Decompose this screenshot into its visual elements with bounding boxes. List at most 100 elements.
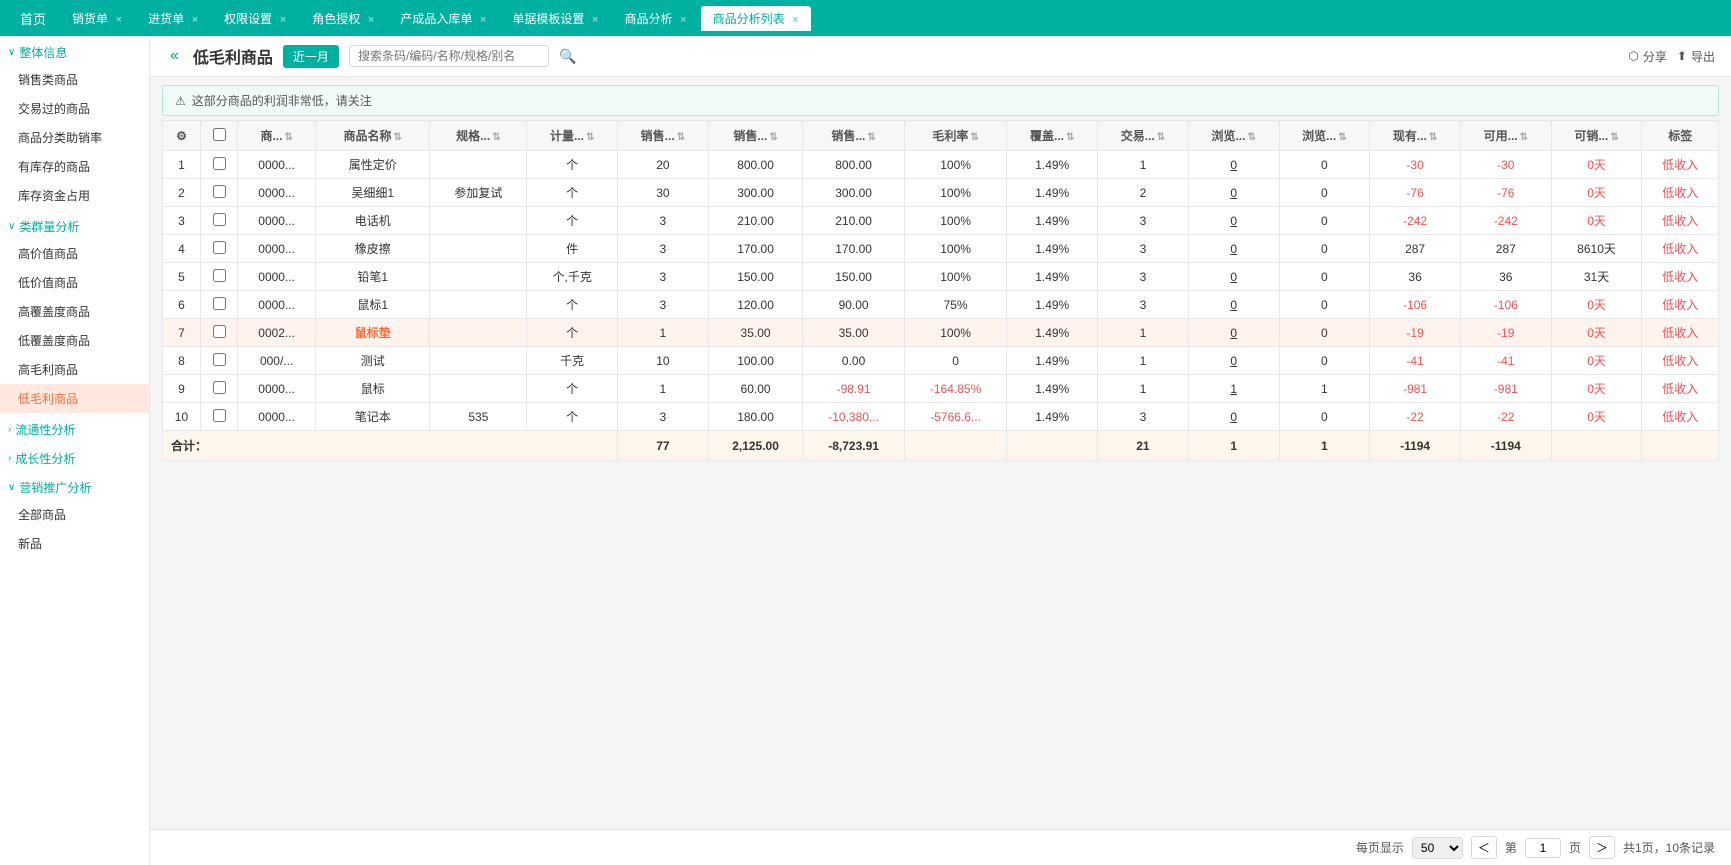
row-sales-count: 3: [618, 403, 709, 431]
sidebar-item-high-margin[interactable]: 高毛利商品: [0, 355, 149, 384]
col-stock-sellable[interactable]: 可销...⇅: [1551, 121, 1642, 151]
nav-permissions-close[interactable]: ×: [280, 14, 286, 26]
sidebar-group-growth[interactable]: › 成长性分析: [0, 442, 149, 471]
per-page-label: 每页显示: [1356, 839, 1404, 856]
nav-template[interactable]: 单据模板设置 ×: [500, 6, 610, 31]
main-content: « 低毛利商品 近一月 🔍 ⬡ 分享 ⬆ 导出 ⚠ 这部分商品的利润非常低，请关…: [150, 36, 1731, 865]
row-sales-profit: 150.00: [803, 263, 904, 291]
nav-home[interactable]: 首页: [8, 5, 58, 32]
row-checkbox[interactable]: [200, 375, 237, 403]
total-info: 共1页，10条记录: [1623, 839, 1715, 856]
row-checkbox[interactable]: [200, 207, 237, 235]
row-checkbox[interactable]: [200, 347, 237, 375]
nav-product-entry[interactable]: 产成品入库单 ×: [388, 6, 498, 31]
nav-permissions[interactable]: 权限设置 ×: [212, 6, 298, 31]
sidebar-item-high-value[interactable]: 高价值商品: [0, 239, 149, 268]
nav-purchase-close[interactable]: ×: [192, 14, 198, 26]
search-input[interactable]: [349, 45, 549, 67]
row-browse1: 0: [1188, 291, 1279, 319]
col-browse1[interactable]: 浏览...⇅: [1188, 121, 1279, 151]
col-coverage[interactable]: 覆盖...⇅: [1007, 121, 1098, 151]
col-settings[interactable]: ⚙: [163, 121, 201, 151]
row-stock-sellable: 0天: [1551, 375, 1642, 403]
row-gross-margin: 100%: [904, 263, 1007, 291]
col-trade[interactable]: 交易...⇅: [1098, 121, 1189, 151]
row-unit: 个: [527, 375, 618, 403]
notice-bar: ⚠ 这部分商品的利润非常低，请关注: [162, 85, 1719, 116]
sidebar-group-circulation[interactable]: › 流通性分析: [0, 413, 149, 442]
table-row: 30000...电话机个3210.00210.00100%1.49%300-24…: [163, 207, 1719, 235]
export-button[interactable]: ⬆ 导出: [1677, 48, 1715, 65]
nav-product-analysis[interactable]: 商品分析 ×: [612, 6, 698, 31]
sidebar-item-low-margin[interactable]: 低毛利商品: [0, 384, 149, 413]
row-checkbox[interactable]: [200, 291, 237, 319]
col-name[interactable]: 商品名称⇅: [315, 121, 430, 151]
sidebar-item-capital[interactable]: 库存资金占用: [0, 181, 149, 210]
col-code[interactable]: 商...⇅: [238, 121, 316, 151]
col-spec[interactable]: 规格...⇅: [430, 121, 527, 151]
col-sales-amount[interactable]: 销售...⇅: [708, 121, 803, 151]
col-gross-margin[interactable]: 毛利率⇅: [904, 121, 1007, 151]
row-sales-amount: 300.00: [708, 179, 803, 207]
row-spec: [430, 207, 527, 235]
row-tag: 低收入: [1642, 179, 1719, 207]
sidebar-item-category-rate[interactable]: 商品分类助销率: [0, 123, 149, 152]
page-number-input[interactable]: [1525, 838, 1561, 858]
row-checkbox[interactable]: [200, 235, 237, 263]
row-checkbox[interactable]: [200, 151, 237, 179]
footer-stock-sellable-empty: [1551, 431, 1642, 461]
col-checkbox[interactable]: [200, 121, 237, 151]
row-unit: 个: [527, 403, 618, 431]
nav-sales[interactable]: 销货单 ×: [60, 6, 134, 31]
nav-template-close[interactable]: ×: [592, 14, 598, 26]
sidebar-group-overall[interactable]: ∨ 整体信息: [0, 36, 149, 65]
footer-browse2: 1: [1279, 431, 1370, 461]
row-checkbox[interactable]: [200, 403, 237, 431]
col-stock-available[interactable]: 可用...⇅: [1460, 121, 1551, 151]
next-page-button[interactable]: ＞: [1589, 836, 1615, 859]
col-sales-profit[interactable]: 销售...⇅: [803, 121, 904, 151]
row-checkbox[interactable]: [200, 179, 237, 207]
nav-roles[interactable]: 角色授权 ×: [300, 6, 386, 31]
sidebar-item-sales-products[interactable]: 销售类商品: [0, 65, 149, 94]
select-all-checkbox[interactable]: [213, 128, 226, 141]
sidebar-item-low-value[interactable]: 低价值商品: [0, 268, 149, 297]
row-checkbox[interactable]: [200, 263, 237, 291]
sidebar-item-in-stock[interactable]: 有库存的商品: [0, 152, 149, 181]
row-checkbox[interactable]: [200, 319, 237, 347]
nav-product-entry-close[interactable]: ×: [480, 14, 486, 26]
col-stock-current[interactable]: 现有...⇅: [1370, 121, 1461, 151]
footer-label: 合计：: [163, 431, 618, 461]
row-coverage: 1.49%: [1007, 347, 1098, 375]
period-button[interactable]: 近一月: [283, 45, 339, 68]
row-stock-available: -30: [1460, 151, 1551, 179]
row-stock-available: -76: [1460, 179, 1551, 207]
row-coverage: 1.49%: [1007, 291, 1098, 319]
search-button[interactable]: 🔍: [559, 48, 576, 65]
prev-page-button[interactable]: ＜: [1471, 836, 1497, 859]
sidebar-item-low-coverage[interactable]: 低覆盖度商品: [0, 326, 149, 355]
sidebar-item-traded-products[interactable]: 交易过的商品: [0, 94, 149, 123]
per-page-select[interactable]: 50 100 200: [1412, 837, 1463, 859]
sidebar-item-high-coverage[interactable]: 高覆盖度商品: [0, 297, 149, 326]
sidebar-item-all-products[interactable]: 全部商品: [0, 500, 149, 529]
sidebar-group-cluster[interactable]: ∨ 类群量分析: [0, 210, 149, 239]
col-browse2[interactable]: 浏览...⇅: [1279, 121, 1370, 151]
nav-purchase[interactable]: 进货单 ×: [136, 6, 210, 31]
sidebar-group-marketing[interactable]: ∨ 营销推广分析: [0, 471, 149, 500]
col-sales-count[interactable]: 销售...⇅: [618, 121, 709, 151]
row-coverage: 1.49%: [1007, 263, 1098, 291]
footer-trade: 21: [1098, 431, 1189, 461]
sidebar-item-new-products[interactable]: 新品: [0, 529, 149, 558]
chevron-down-icon3: ∨: [8, 482, 15, 493]
nav-product-analysis-close[interactable]: ×: [680, 14, 686, 26]
nav-roles-close[interactable]: ×: [368, 14, 374, 26]
nav-product-analysis-list[interactable]: 商品分析列表 ×: [701, 6, 811, 31]
nav-product-analysis-list-close[interactable]: ×: [792, 14, 798, 26]
data-table-wrapper[interactable]: ⚙ 商...⇅ 商品名称⇅ 规格...⇅ 计量...⇅ 销售...⇅ 销售...…: [162, 120, 1719, 829]
row-stock-available: -242: [1460, 207, 1551, 235]
share-button[interactable]: ⬡ 分享: [1628, 48, 1667, 65]
col-unit[interactable]: 计量...⇅: [527, 121, 618, 151]
nav-sales-close[interactable]: ×: [116, 14, 122, 26]
sidebar-collapse-button[interactable]: «: [166, 47, 183, 65]
